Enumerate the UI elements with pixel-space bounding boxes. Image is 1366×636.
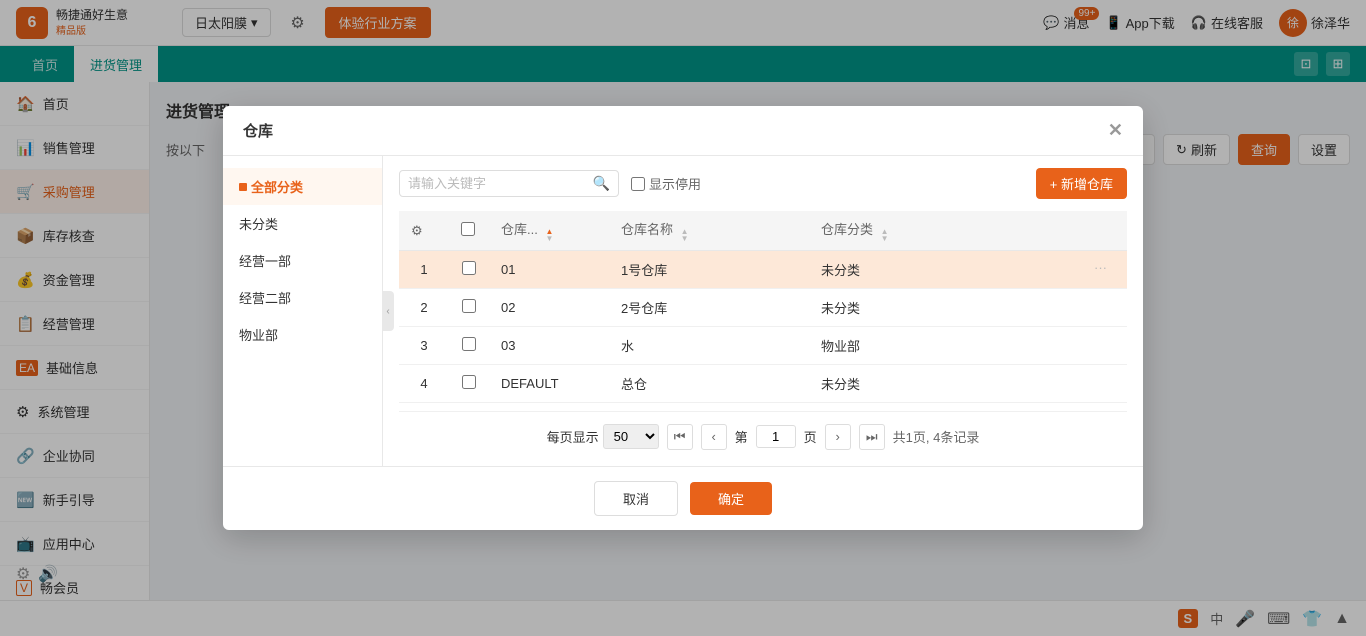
row1-cat: 未分类 ··· bbox=[809, 250, 1127, 288]
row4-code: DEFAULT bbox=[489, 364, 609, 402]
show-disabled-option: 显示停用 bbox=[631, 174, 701, 193]
modal-toolbar: 🔍 显示停用 + 新增仓库 bbox=[399, 168, 1127, 199]
table-body: 1 01 1号仓库 未分类 ··· bbox=[399, 250, 1127, 402]
row2-check bbox=[449, 288, 489, 326]
modal-sidebar: 全部分类 未分类 经营一部 经营二部 物业部 ‹ bbox=[223, 156, 383, 466]
show-disabled-checkbox[interactable] bbox=[631, 177, 645, 191]
show-disabled-label: 显示停用 bbox=[649, 174, 701, 193]
row4-checkbox[interactable] bbox=[462, 375, 476, 389]
search-icon: 🔍 bbox=[593, 175, 610, 192]
modal-body: 全部分类 未分类 经营一部 经营二部 物业部 ‹ bbox=[223, 156, 1143, 466]
row3-cat: 物业部 bbox=[809, 326, 1127, 364]
last-page-btn[interactable]: ⏭ bbox=[859, 424, 885, 450]
th-name: 仓库名称 ▲▼ bbox=[609, 211, 809, 250]
search-input[interactable] bbox=[408, 176, 593, 191]
row2-name: 2号仓库 bbox=[609, 288, 809, 326]
prev-page-btn[interactable]: ‹ bbox=[701, 424, 727, 450]
row1-num: 1 bbox=[399, 250, 449, 288]
row4-check bbox=[449, 364, 489, 402]
sidebar-collapse-btn[interactable]: ‹ bbox=[382, 291, 394, 331]
row2-code: 02 bbox=[489, 288, 609, 326]
row1-checkbox[interactable] bbox=[462, 261, 476, 275]
all-cat-label: 全部分类 bbox=[251, 177, 303, 196]
row4-name: 总仓 bbox=[609, 364, 809, 402]
table-row[interactable]: 3 03 水 物业部 bbox=[399, 326, 1127, 364]
per-page-label: 每页显示 bbox=[547, 427, 599, 446]
row2-num: 2 bbox=[399, 288, 449, 326]
sort-name-icon[interactable]: ▲▼ bbox=[681, 229, 689, 242]
total-info: 共1页, 4条记录 bbox=[893, 427, 980, 446]
row3-num: 3 bbox=[399, 326, 449, 364]
table-header: ⚙ 仓库... ▲▼ 仓库名称 bbox=[399, 211, 1127, 250]
modal-sidebar-property[interactable]: 物业部 bbox=[223, 316, 382, 353]
modal-title: 仓库 bbox=[243, 120, 273, 141]
warehouse-table: ⚙ 仓库... ▲▼ 仓库名称 bbox=[399, 211, 1127, 403]
warehouse-modal: 仓库 ✕ 全部分类 未分类 经营一部 经营二部 bbox=[223, 106, 1143, 530]
row1-name: 1号仓库 bbox=[609, 250, 809, 288]
select-all-checkbox[interactable] bbox=[461, 222, 475, 236]
th-check bbox=[449, 211, 489, 250]
th-category: 仓库分类 ▲▼ bbox=[809, 211, 1127, 250]
first-page-btn[interactable]: ⏮ bbox=[667, 424, 693, 450]
sort-cat-icon[interactable]: ▲▼ bbox=[881, 229, 889, 242]
table-row[interactable]: 4 DEFAULT 总仓 未分类 bbox=[399, 364, 1127, 402]
property-label: 物业部 bbox=[239, 325, 278, 344]
modal-header: 仓库 ✕ bbox=[223, 106, 1143, 156]
table-row[interactable]: 2 02 2号仓库 未分类 bbox=[399, 288, 1127, 326]
add-warehouse-btn[interactable]: + 新增仓库 bbox=[1036, 168, 1127, 199]
row3-checkbox[interactable] bbox=[462, 337, 476, 351]
confirm-btn[interactable]: 确定 bbox=[690, 482, 772, 515]
row1-code: 01 bbox=[489, 250, 609, 288]
per-page-select[interactable]: 50 10 20 100 bbox=[603, 424, 659, 449]
row1-check bbox=[449, 250, 489, 288]
row1-more-icon[interactable]: ··· bbox=[1094, 260, 1107, 275]
unclassified-label: 未分类 bbox=[239, 214, 278, 233]
dept1-label: 经营一部 bbox=[239, 251, 291, 270]
modal-overlay: 仓库 ✕ 全部分类 未分类 经营一部 经营二部 bbox=[0, 0, 1366, 636]
modal-pagination: 每页显示 50 10 20 100 ⏮ ‹ 第 页 › ⏭ bbox=[399, 411, 1127, 454]
modal-sidebar-all[interactable]: 全部分类 bbox=[223, 168, 382, 205]
th-setting: ⚙ bbox=[399, 211, 449, 250]
modal-sidebar-dept1[interactable]: 经营一部 bbox=[223, 242, 382, 279]
sort-code-icon[interactable]: ▲▼ bbox=[545, 229, 553, 242]
search-box: 🔍 bbox=[399, 170, 619, 197]
th-code: 仓库... ▲▼ bbox=[489, 211, 609, 250]
page-input[interactable] bbox=[756, 425, 796, 448]
page-size-selector: 每页显示 50 10 20 100 bbox=[547, 424, 659, 449]
table-container: ⚙ 仓库... ▲▼ 仓库名称 bbox=[399, 211, 1127, 403]
modal-footer: 取消 确定 bbox=[223, 466, 1143, 530]
row4-num: 4 bbox=[399, 364, 449, 402]
row4-cat: 未分类 bbox=[809, 364, 1127, 402]
page-label: 第 bbox=[735, 427, 748, 446]
modal-close-btn[interactable]: ✕ bbox=[1108, 120, 1123, 141]
row3-name: 水 bbox=[609, 326, 809, 364]
row2-checkbox[interactable] bbox=[462, 299, 476, 313]
dept2-label: 经营二部 bbox=[239, 288, 291, 307]
cancel-btn[interactable]: 取消 bbox=[594, 481, 678, 516]
modal-sidebar-dept2[interactable]: 经营二部 bbox=[223, 279, 382, 316]
modal-sidebar-unclassified[interactable]: 未分类 bbox=[223, 205, 382, 242]
modal-content: 🔍 显示停用 + 新增仓库 ⚙ bbox=[383, 156, 1143, 466]
page-unit: 页 bbox=[804, 427, 817, 446]
all-cat-icon bbox=[239, 183, 247, 191]
row3-code: 03 bbox=[489, 326, 609, 364]
row2-cat: 未分类 bbox=[809, 288, 1127, 326]
row3-check bbox=[449, 326, 489, 364]
table-row[interactable]: 1 01 1号仓库 未分类 ··· bbox=[399, 250, 1127, 288]
table-settings-icon[interactable]: ⚙ bbox=[411, 223, 423, 238]
next-page-btn[interactable]: › bbox=[825, 424, 851, 450]
